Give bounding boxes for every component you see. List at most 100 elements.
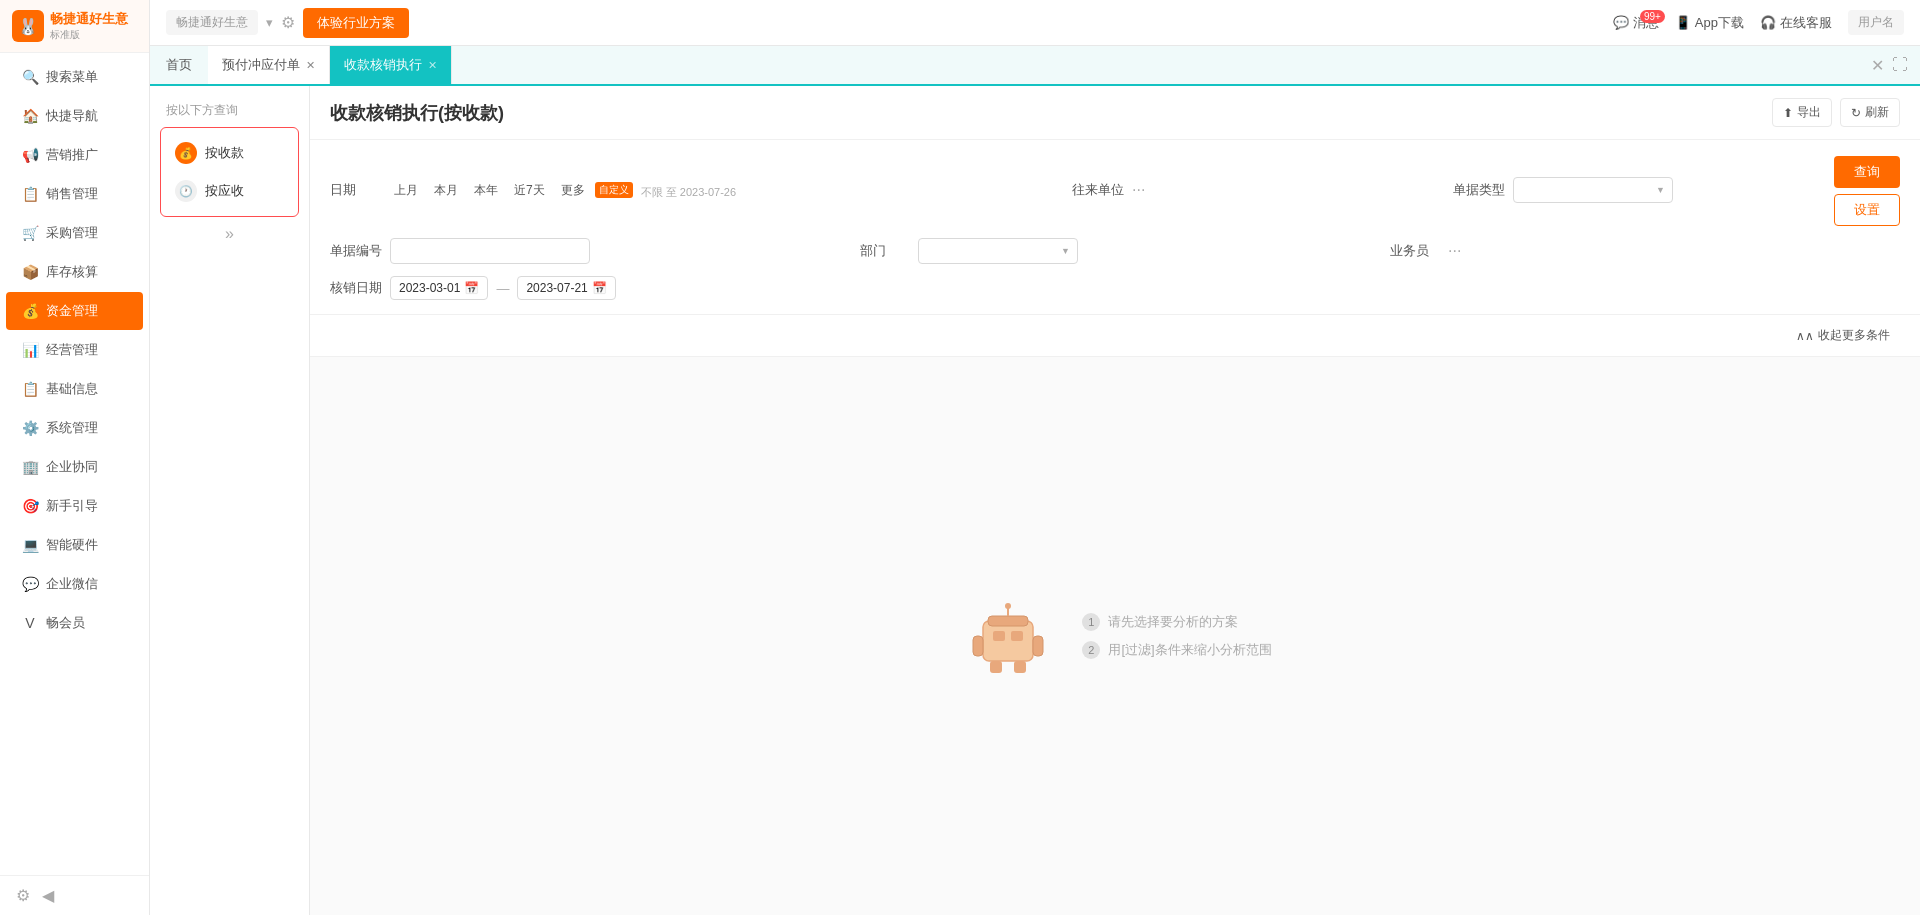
- sidebar-item-finance[interactable]: 💰 资金管理: [6, 292, 143, 330]
- logo-main: 畅捷通好生意: [50, 11, 128, 28]
- app-label: App下载: [1695, 14, 1744, 32]
- tab-bar-right: ✕ ⛶: [1871, 56, 1920, 75]
- tip-number-1: 1: [1082, 613, 1100, 631]
- tab-label-receipt-offset: 收款核销执行: [344, 56, 422, 74]
- sidebar-item-hardware[interactable]: 💻 智能硬件: [6, 526, 143, 564]
- industry-btn[interactable]: 体验行业方案: [303, 8, 409, 38]
- maximize-icon[interactable]: ⛶: [1892, 56, 1908, 74]
- date-group: 日期 上月 本月 本年 近7天 更多 自定义 不限 至 2023-07-26: [330, 180, 1052, 201]
- sidebar-label-guide: 新手引导: [46, 497, 98, 515]
- header-brand: 畅捷通好生意: [166, 10, 258, 35]
- close-window-icon[interactable]: ✕: [1871, 56, 1884, 75]
- sidebar-item-vip[interactable]: V畅会员: [6, 604, 143, 642]
- settings-btn[interactable]: 设置: [1834, 194, 1900, 226]
- sidebar-item-guide[interactable]: 🎯新手引导: [6, 487, 143, 525]
- sidebar-label-system: 系统管理: [46, 419, 98, 437]
- collapse-more-btn[interactable]: ∧∧ 收起更多条件: [1786, 323, 1900, 348]
- sidebar-label-sales: 销售管理: [46, 185, 98, 203]
- filter-option-label-by-receipt: 按收款: [205, 144, 244, 162]
- tab-close-receipt-offset[interactable]: ✕: [428, 59, 437, 72]
- tab-close-prepay[interactable]: ✕: [306, 59, 315, 72]
- sidebar-item-enterprise[interactable]: 🏢企业协同: [6, 448, 143, 486]
- write-off-end-value: 2023-07-21: [526, 281, 587, 295]
- sidebar-icon-wechat: 💬: [22, 576, 38, 592]
- empty-tip-1: 1 请先选择要分析的方案: [1082, 613, 1271, 631]
- sidebar-item-quick-nav[interactable]: 🏠快捷导航: [6, 97, 143, 135]
- shortcut-7days[interactable]: 近7天: [508, 180, 551, 201]
- tab-receipt-offset[interactable]: 收款核销执行 ✕: [330, 46, 452, 84]
- calendar-icon: 📅: [464, 281, 479, 295]
- message-btn[interactable]: 💬 消息 99+: [1613, 14, 1659, 32]
- tip-1-text: 请先选择要分析的方案: [1108, 613, 1238, 631]
- message-icon: 💬: [1613, 15, 1629, 30]
- write-off-start-input[interactable]: 2023-03-01 📅: [390, 276, 488, 300]
- sidebar-icon-purchase: 🛒: [22, 225, 38, 241]
- sidebar-item-inventory[interactable]: 📦 库存核算: [6, 253, 143, 291]
- shortcut-more[interactable]: 更多: [555, 180, 591, 201]
- sidebar-label-hardware: 智能硬件: [46, 536, 98, 554]
- sidebar-item-basic-info[interactable]: 📋基础信息: [6, 370, 143, 408]
- logo-icon: 🐰: [12, 10, 44, 42]
- bill-type-select[interactable]: [1513, 177, 1673, 203]
- filter-option-by-receivable[interactable]: 🕐按应收: [161, 172, 298, 210]
- sidebar-label-search-menu: 搜索菜单: [46, 68, 98, 86]
- sidebar-bottom: ⚙ ◀: [0, 875, 149, 915]
- filter-panel: 按以下方查询 💰按收款🕐按应收 »: [150, 86, 310, 915]
- sidebar-icon-inventory: 📦: [22, 264, 38, 280]
- export-btn[interactable]: ⬆ 导出: [1772, 98, 1832, 127]
- export-icon: ⬆: [1783, 106, 1793, 120]
- sidebar-item-search-menu[interactable]: 🔍搜索菜单: [6, 58, 143, 96]
- bill-type-select-wrapper: [1513, 177, 1673, 203]
- sidebar-label-finance: 资金管理: [46, 302, 98, 320]
- logo-text: 畅捷通好生意 标准版: [50, 11, 128, 41]
- top-header: 畅捷通好生意 ▾ ⚙ 体验行业方案 💬 消息 99+ 📱 App下载 🎧 在线客…: [150, 0, 1920, 46]
- query-form: 日期 上月 本月 本年 近7天 更多 自定义 不限 至 2023-07-26: [310, 140, 1920, 315]
- sidebar-label-enterprise: 企业协同: [46, 458, 98, 476]
- query-btn[interactable]: 查询: [1834, 156, 1900, 188]
- tip-2-text: 用[过滤]条件来缩小分析范围: [1108, 641, 1271, 659]
- tab-home[interactable]: 首页: [150, 46, 208, 84]
- sidebar-item-wechat[interactable]: 💬企业微信: [6, 565, 143, 603]
- dropdown-icon[interactable]: ▾: [266, 15, 273, 30]
- sidebar-icon-finance: 💰: [22, 303, 38, 319]
- empty-illustration: [958, 586, 1058, 686]
- filter-collapse-btn[interactable]: »: [150, 217, 309, 251]
- sidebar-logo: 🐰 畅捷通好生意 标准版: [0, 0, 149, 53]
- service-label: 在线客服: [1780, 14, 1832, 32]
- svg-rect-8: [990, 661, 1002, 673]
- write-off-start-value: 2023-03-01: [399, 281, 460, 295]
- collapse-sidebar-icon[interactable]: ◀: [42, 886, 54, 905]
- sidebar-item-purchase[interactable]: 🛒 采购管理: [6, 214, 143, 252]
- settings-icon[interactable]: ⚙: [16, 886, 30, 905]
- sidebar-label-operations: 经营管理: [46, 341, 98, 359]
- app-icon: 📱: [1675, 15, 1691, 30]
- bill-no-label: 单据编号: [330, 242, 382, 260]
- refresh-btn[interactable]: ↻ 刷新: [1840, 98, 1900, 127]
- user-info[interactable]: 用户名: [1848, 10, 1904, 35]
- sidebar-icon-system: ⚙️: [22, 420, 38, 436]
- filter-option-label-by-receivable: 按应收: [205, 182, 244, 200]
- sidebar-item-sales[interactable]: 📋销售管理: [6, 175, 143, 213]
- sidebar-label-inventory: 库存核算: [46, 263, 98, 281]
- filter-box: 💰按收款🕐按应收: [160, 127, 299, 217]
- write-off-end-input[interactable]: 2023-07-21 📅: [517, 276, 615, 300]
- shortcut-this-month[interactable]: 本月: [428, 180, 464, 201]
- main-content: 收款核销执行(按收款) ⬆ 导出 ↻ 刷新 日期: [310, 86, 1920, 915]
- sidebar-label-marketing: 营销推广: [46, 146, 98, 164]
- sidebar-label-basic-info: 基础信息: [46, 380, 98, 398]
- app-download-btn[interactable]: 📱 App下载: [1675, 14, 1744, 32]
- dept-select[interactable]: [918, 238, 1078, 264]
- tab-prepay[interactable]: 预付冲应付单✕: [208, 46, 330, 84]
- gear-icon[interactable]: ⚙: [281, 13, 295, 32]
- bill-no-input[interactable]: [390, 238, 590, 264]
- sidebar-label-purchase: 采购管理: [46, 224, 98, 242]
- sidebar-item-marketing[interactable]: 📢营销推广: [6, 136, 143, 174]
- sidebar-item-operations[interactable]: 📊经营管理: [6, 331, 143, 369]
- tip-number-2: 2: [1082, 641, 1100, 659]
- filter-option-by-receipt[interactable]: 💰按收款: [161, 134, 298, 172]
- service-btn[interactable]: 🎧 在线客服: [1760, 14, 1832, 32]
- shortcut-prev-month[interactable]: 上月: [388, 180, 424, 201]
- sidebar-icon-hardware: 💻: [22, 537, 38, 553]
- sidebar-item-system[interactable]: ⚙️ 系统管理: [6, 409, 143, 447]
- shortcut-this-year[interactable]: 本年: [468, 180, 504, 201]
